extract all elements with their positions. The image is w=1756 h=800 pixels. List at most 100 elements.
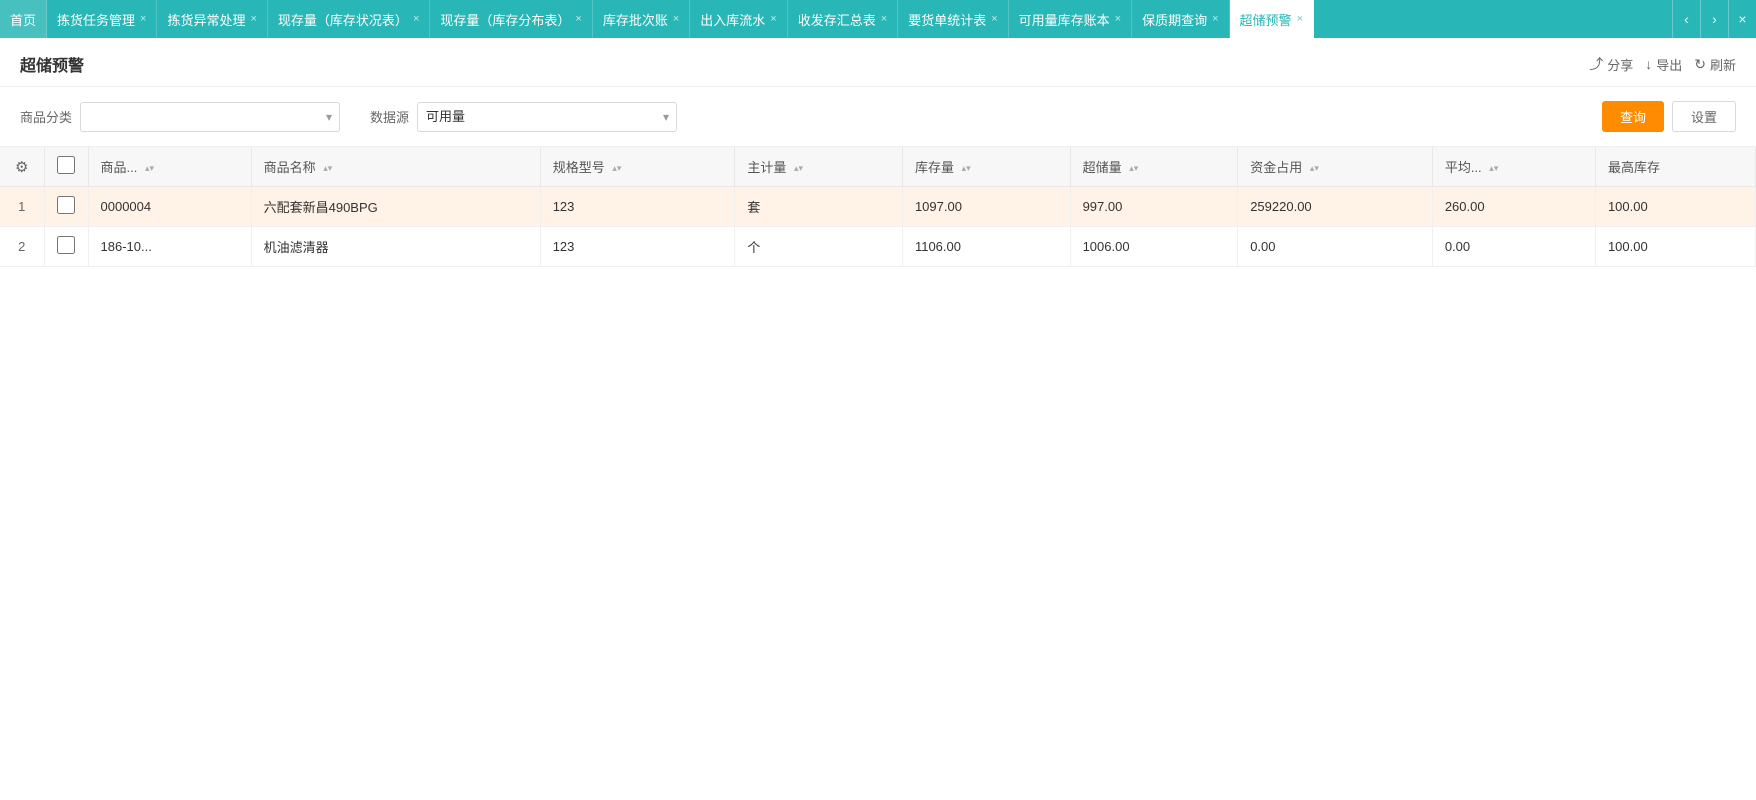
nav-close-button[interactable]: × [1728,0,1756,38]
nav-label-overstock-warning: 超储预警 [1240,10,1292,29]
page-actions: ⤴ 分享 ↓ 导出 ↻ 刷新 [1589,54,1736,74]
share-label: 分享 [1607,55,1633,74]
nav-item-task-mgmt[interactable]: 拣货任务管理 × [47,0,157,38]
row-capital: 0.00 [1238,227,1433,267]
row-overstock: 1006.00 [1070,227,1238,267]
nav-item-inout-flow[interactable]: 出入库流水 × [690,0,787,38]
filter-label-category: 商品分类 [20,107,72,126]
filter-label-datasource: 数据源 [370,107,409,126]
settings-button[interactable]: 设置 [1672,101,1736,132]
sort-icon-unit[interactable]: ▴▾ [794,164,803,173]
nav-item-inventory-status[interactable]: 现存量（库存状况表） × [268,0,430,38]
close-icon-recv-summary[interactable]: × [881,13,887,25]
col-label-product-name: 商品名称 [264,160,316,175]
filter-actions: 查询 设置 [1602,101,1736,132]
col-label-stock: 库存量 [915,160,954,175]
row-product-name: 机油滤清器 [251,227,540,267]
row-avg: 0.00 [1432,227,1595,267]
sort-icon-product-code[interactable]: ▴▾ [145,164,154,173]
refresh-icon: ↻ [1694,56,1706,73]
col-label-unit: 主计量 [747,160,786,175]
close-icon-abnormal[interactable]: × [250,13,256,25]
sort-icon-product-name[interactable]: ▴▾ [323,164,332,173]
close-icon-inventory-status[interactable]: × [413,13,419,25]
filter-group-datasource: 数据源 可用量 库存量 [370,102,677,132]
col-header-checkbox[interactable] [44,147,88,187]
col-header-capital[interactable]: 资金占用 ▴▾ [1238,147,1433,187]
col-header-overstock[interactable]: 超储量 ▴▾ [1070,147,1238,187]
export-icon: ↓ [1645,56,1652,72]
row-checkbox[interactable] [57,196,75,214]
sort-icon-overstock[interactable]: ▴▾ [1129,164,1138,173]
nav-item-abnormal[interactable]: 拣货异常处理 × [157,0,267,38]
filter-group-category: 商品分类 [20,102,340,132]
col-header-stock[interactable]: 库存量 ▴▾ [902,147,1070,187]
top-navigation: 首页 拣货任务管理 × 拣货异常处理 × 现存量（库存状况表） × 现存量（库存… [0,0,1756,38]
refresh-label: 刷新 [1710,55,1736,74]
col-header-avg[interactable]: 平均... ▴▾ [1432,147,1595,187]
sort-icon-stock[interactable]: ▴▾ [962,164,971,173]
datasource-select-wrap: 可用量 库存量 [417,102,677,132]
row-checkbox-cell[interactable] [44,187,88,227]
row-spec: 123 [540,227,735,267]
data-table: ⚙ 商品... ▴▾ 商品名称 ▴▾ 规格型号 ▴▾ [0,147,1756,267]
sort-icon-avg[interactable]: ▴▾ [1489,164,1498,173]
row-unit: 个 [735,227,903,267]
close-icon-task-mgmt[interactable]: × [140,13,146,25]
nav-arrow-left-button[interactable]: ‹ [1672,0,1700,38]
row-stock: 1097.00 [902,187,1070,227]
table-wrap: ⚙ 商品... ▴▾ 商品名称 ▴▾ 规格型号 ▴▾ [0,147,1756,267]
export-label: 导出 [1656,55,1682,74]
query-button[interactable]: 查询 [1602,101,1664,132]
row-checkbox[interactable] [57,236,75,254]
export-button[interactable]: ↓ 导出 [1645,55,1682,74]
row-product-code: 0000004 [88,187,251,227]
col-label-product-code: 商品... [101,160,138,175]
row-max-stock: 100.00 [1595,227,1755,267]
row-product-code: 186-10... [88,227,251,267]
col-header-spec[interactable]: 规格型号 ▴▾ [540,147,735,187]
close-icon-avail-account[interactable]: × [1115,13,1121,25]
nav-arrow-right-button[interactable]: › [1700,0,1728,38]
nav-item-quality-check[interactable]: 保质期查询 × [1132,0,1229,38]
col-header-unit[interactable]: 主计量 ▴▾ [735,147,903,187]
row-max-stock: 100.00 [1595,187,1755,227]
nav-item-order-stat[interactable]: 要货单统计表 × [898,0,1008,38]
nav-item-batch-account[interactable]: 库存批次账 × [593,0,690,38]
nav-label-abnormal: 拣货异常处理 [167,10,245,29]
col-header-gear[interactable]: ⚙ [0,147,44,187]
nav-item-overstock-warning[interactable]: 超储预警 × [1230,0,1314,38]
close-icon-inout-flow[interactable]: × [770,13,776,25]
nav-item-inventory-dist[interactable]: 现存量（库存分布表） × [430,0,592,38]
close-icon-quality-check[interactable]: × [1212,13,1218,25]
select-all-checkbox[interactable] [57,156,75,174]
page-title: 超储预警 [20,52,84,76]
row-index: 1 [0,187,44,227]
col-header-max-stock[interactable]: 最高库存 [1595,147,1755,187]
sort-icon-spec[interactable]: ▴▾ [612,164,621,173]
row-checkbox-cell[interactable] [44,227,88,267]
col-header-product-name[interactable]: 商品名称 ▴▾ [251,147,540,187]
nav-label-task-mgmt: 拣货任务管理 [57,10,135,29]
refresh-button[interactable]: ↻ 刷新 [1694,55,1736,74]
category-select[interactable] [80,102,340,132]
nav-item-avail-account[interactable]: 可用量库存账本 × [1009,0,1132,38]
nav-label-quality-check: 保质期查询 [1142,10,1207,29]
nav-label-avail-account: 可用量库存账本 [1019,10,1110,29]
table-header-row: ⚙ 商品... ▴▾ 商品名称 ▴▾ 规格型号 ▴▾ [0,147,1756,187]
share-button[interactable]: ⤴ 分享 [1589,54,1633,74]
close-icon-inventory-dist[interactable]: × [575,13,581,25]
col-header-product-code[interactable]: 商品... ▴▾ [88,147,251,187]
nav-item-home[interactable]: 首页 [0,0,47,38]
col-label-capital: 资金占用 [1250,160,1302,175]
row-overstock: 997.00 [1070,187,1238,227]
row-spec: 123 [540,187,735,227]
gear-icon[interactable]: ⚙ [15,159,28,176]
col-label-max-stock: 最高库存 [1608,160,1660,175]
sort-icon-capital[interactable]: ▴▾ [1310,164,1319,173]
close-icon-batch-account[interactable]: × [673,13,679,25]
close-icon-overstock-warning[interactable]: × [1297,13,1303,25]
nav-item-recv-summary[interactable]: 收发存汇总表 × [788,0,898,38]
close-icon-order-stat[interactable]: × [991,13,997,25]
datasource-select[interactable]: 可用量 库存量 [417,102,677,132]
